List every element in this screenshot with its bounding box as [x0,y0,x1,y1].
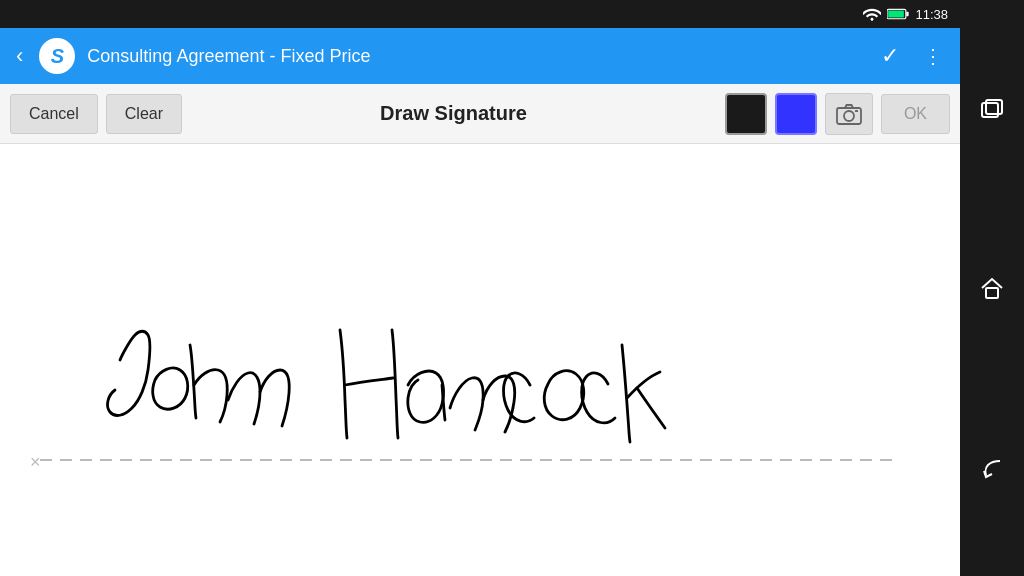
svg-point-4 [844,111,854,121]
color-swatch-black[interactable] [725,93,767,135]
back-button[interactable]: ‹ [8,35,31,77]
menu-button[interactable]: ⋮ [915,36,952,76]
toolbar-title: Consulting Agreement - Fixed Price [87,46,865,67]
status-bar: 11:38 [0,0,960,28]
recent-apps-button[interactable] [970,87,1014,131]
ok-button[interactable]: OK [881,94,950,134]
confirm-button[interactable]: ✓ [873,35,907,77]
svg-text:×: × [30,452,41,472]
wifi-icon [863,7,881,21]
svg-rect-1 [907,12,909,17]
draw-signature-label: Draw Signature [190,102,717,125]
back-nav-button[interactable] [970,445,1014,489]
action-bar: Cancel Clear Draw Signature OK [0,84,960,144]
cancel-button[interactable]: Cancel [10,94,98,134]
signature-drawing[interactable]: × [0,144,960,576]
app-logo: S [39,38,75,74]
status-time: 11:38 [915,7,948,22]
camera-icon [836,103,862,125]
clear-button[interactable]: Clear [106,94,182,134]
app-toolbar: ‹ S Consulting Agreement - Fixed Price ✓… [0,28,960,84]
color-swatch-blue[interactable] [775,93,817,135]
status-icons: 11:38 [863,7,948,22]
side-nav [960,0,1024,576]
signature-area[interactable]: × [0,144,960,576]
svg-rect-5 [855,110,858,112]
home-button[interactable] [970,266,1014,310]
svg-rect-10 [986,288,998,298]
svg-rect-2 [889,10,905,17]
battery-icon [887,8,909,20]
camera-button[interactable] [825,93,873,135]
